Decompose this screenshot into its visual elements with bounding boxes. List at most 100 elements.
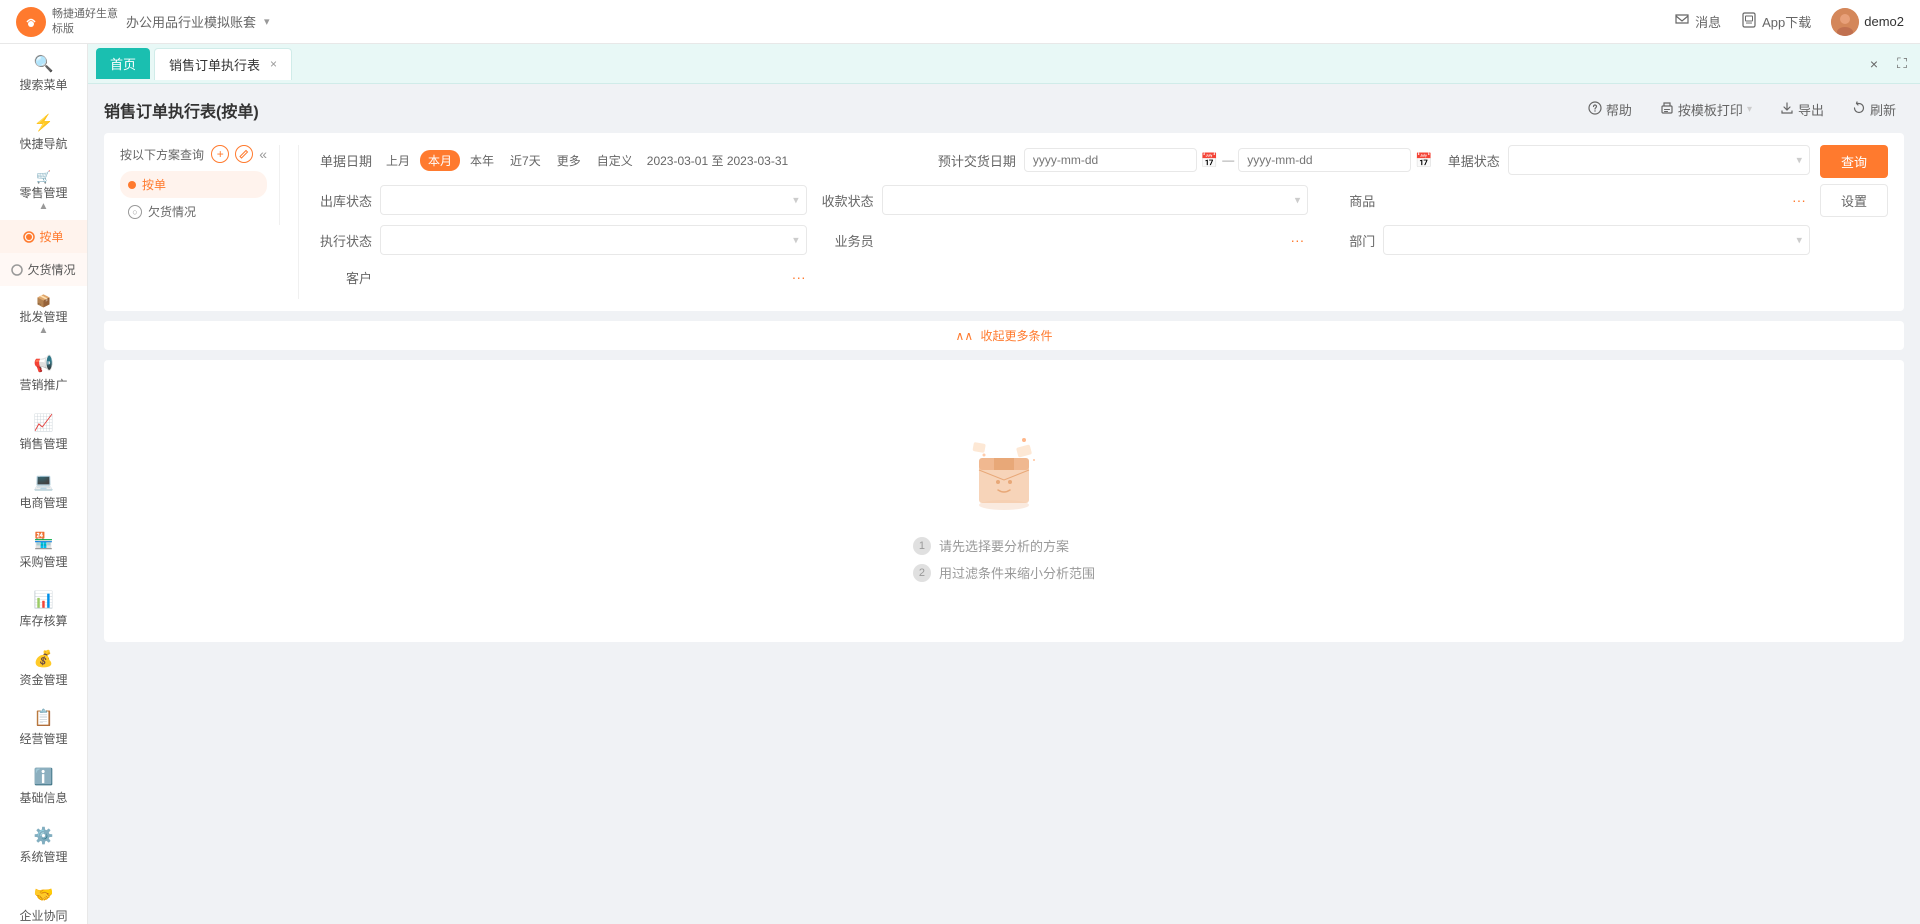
wholesale-expand-icon: ▲ xyxy=(39,325,49,336)
sidebar: 🔍 搜索菜单 ⚡ 快捷导航 🛒 零售管理 ▲ 按单 欠货情况 📦 批发管理 ▲ xyxy=(0,44,88,924)
scheme-title: 按以下方案查询 xyxy=(120,146,205,163)
date-btn-上月[interactable]: 上月 xyxy=(380,150,416,171)
sidebar-item-system-mgmt[interactable]: ⚙️ 系统管理 xyxy=(0,816,87,875)
app-download-action[interactable]: App下载 xyxy=(1741,12,1811,31)
sidebar-sub-按单[interactable]: 按单 xyxy=(0,220,87,253)
sidebar-item-enterprise[interactable]: 🤝 企业协同 xyxy=(0,875,87,924)
sidebar-item-search-menu[interactable]: 🔍 搜索菜单 xyxy=(0,44,87,103)
breadcrumb-arrow-icon[interactable]: ▾ xyxy=(264,15,270,28)
sidebar-item-inventory[interactable]: 📊 库存核算 xyxy=(0,580,87,639)
calendar-to-icon[interactable]: 📅 xyxy=(1415,152,1432,169)
sidebar-item-purchase-mgmt[interactable]: 🏪 采购管理 xyxy=(0,521,87,580)
filter-expected-date: 预计交货日期 📅 — 📅 xyxy=(938,148,1433,172)
scheme-dot-active xyxy=(128,181,136,189)
empty-hints: 1 请先选择要分析的方案 2 用过滤条件来缩小分析范围 xyxy=(913,536,1095,582)
date-btn-更多[interactable]: 更多 xyxy=(551,150,587,171)
inventory-icon: 📊 xyxy=(34,590,54,610)
sidebar-item-retail-mgmt[interactable]: 🛒 零售管理 ▲ xyxy=(0,162,87,220)
dept-select[interactable] xyxy=(1383,225,1810,255)
exec-status-select[interactable] xyxy=(380,225,807,255)
operation-icon: 📋 xyxy=(34,708,54,728)
page-header: 销售订单执行表(按单) 帮助 xyxy=(104,96,1904,123)
out-status-select[interactable] xyxy=(380,185,807,215)
salesperson-more-icon[interactable]: ··· xyxy=(1286,228,1308,252)
export-button[interactable]: 导出 xyxy=(1772,96,1832,123)
sidebar-item-wholesale-mgmt[interactable]: 📦 批发管理 ▲ xyxy=(0,286,87,344)
sidebar-item-basic-info[interactable]: ℹ️ 基础信息 xyxy=(0,757,87,816)
wholesale-mgmt-icon: 📦 xyxy=(36,294,51,308)
doc-status-select-wrapper xyxy=(1508,145,1810,175)
calendar-from-icon[interactable]: 📅 xyxy=(1201,152,1218,169)
avatar xyxy=(1831,8,1859,36)
message-action[interactable]: 消息 xyxy=(1674,12,1721,31)
tab-home[interactable]: 首页 xyxy=(96,48,150,79)
filter-customer: 客户 ··· xyxy=(317,265,810,289)
tab-close-icon[interactable]: × xyxy=(270,57,277,71)
breadcrumb[interactable]: 办公用品行业模拟账套 ▾ xyxy=(126,12,270,31)
customer-more-icon[interactable]: ··· xyxy=(788,265,810,289)
receipt-status-select[interactable] xyxy=(882,185,1309,215)
date-btn-近7天[interactable]: 近7天 xyxy=(504,150,547,171)
page-content: 销售订单执行表(按单) 帮助 xyxy=(88,84,1920,924)
sidebar-item-quick-nav[interactable]: ⚡ 快捷导航 xyxy=(0,103,87,162)
filter-row-1: 单据日期 上月 本月 本年 近7天 更多 自定义 xyxy=(317,145,1810,175)
enterprise-icon: 🤝 xyxy=(34,885,54,905)
page-actions: 帮助 按模板打印 ▾ xyxy=(1580,96,1904,123)
scheme-item-按单[interactable]: 按单 xyxy=(120,171,267,198)
tab-sales-order[interactable]: 销售订单执行表 × xyxy=(154,48,292,80)
sidebar-sub-欠货情况[interactable]: 欠货情况 xyxy=(0,253,87,286)
window-close-button[interactable]: × xyxy=(1864,54,1884,74)
collapse-bar[interactable]: ∧∧ 收起更多条件 xyxy=(104,321,1904,350)
retail-expand-icon: ▲ xyxy=(39,201,49,212)
sidebar-item-ecommerce[interactable]: 💻 电商管理 xyxy=(0,462,87,521)
scheme-collapse-icon[interactable]: « xyxy=(259,146,267,162)
main-layout: 🔍 搜索菜单 ⚡ 快捷导航 🛒 零售管理 ▲ 按单 欠货情况 📦 批发管理 ▲ xyxy=(0,44,1920,924)
customer-label: 客户 xyxy=(317,268,372,287)
date-separator: — xyxy=(1222,153,1234,167)
empty-illustration xyxy=(954,420,1054,520)
sidebar-item-finance[interactable]: 💰 资金管理 xyxy=(0,639,87,698)
filter-doc-date: 单据日期 上月 本月 本年 近7天 更多 自定义 xyxy=(317,150,926,171)
help-button[interactable]: 帮助 xyxy=(1580,96,1640,123)
quick-nav-icon: ⚡ xyxy=(34,113,54,133)
user-profile[interactable]: demo2 xyxy=(1831,8,1904,36)
expected-date-to[interactable] xyxy=(1238,148,1411,172)
salesperson-label: 业务员 xyxy=(819,231,874,250)
expected-date-range: 📅 — 📅 xyxy=(1024,148,1433,172)
logo-area: 畅捷通好生意 标版 xyxy=(16,7,118,37)
sidebar-item-sales-mgmt[interactable]: 📈 销售管理 xyxy=(0,403,87,462)
query-button[interactable]: 查询 xyxy=(1820,145,1888,178)
message-label: 消息 xyxy=(1695,12,1721,31)
scheme-edit-button[interactable] xyxy=(235,145,253,163)
window-maximize-button[interactable]: ⛶ xyxy=(1892,54,1912,74)
scheme-item-欠货情况[interactable]: ○ 欠货情况 xyxy=(120,198,267,225)
product-more-icon[interactable]: ··· xyxy=(1788,188,1810,212)
doc-date-label: 单据日期 xyxy=(317,151,372,170)
settings-button[interactable]: 设置 xyxy=(1820,184,1888,217)
date-btn-本月[interactable]: 本月 xyxy=(420,150,460,171)
sidebar-item-operation[interactable]: 📋 经营管理 xyxy=(0,698,87,757)
sidebar-item-marketing[interactable]: 📢 营销推广 xyxy=(0,344,87,403)
date-btn-自定义[interactable]: 自定义 xyxy=(591,150,639,171)
system-mgmt-icon: ⚙️ xyxy=(34,826,54,846)
filter-row-4: 客户 ··· xyxy=(317,265,1810,289)
scheme-label-欠货情况: 欠货情况 xyxy=(148,203,196,220)
template-print-button[interactable]: 按模板打印 ▾ xyxy=(1652,96,1760,123)
sidebar-sales-label: 销售管理 xyxy=(19,435,67,452)
logo-icon xyxy=(16,7,46,37)
expected-date-from[interactable] xyxy=(1024,148,1197,172)
refresh-button[interactable]: 刷新 xyxy=(1844,96,1904,123)
sales-tab-label: 销售订单执行表 xyxy=(169,55,260,74)
doc-status-select[interactable] xyxy=(1508,145,1810,175)
retail-mgmt-icon: 🛒 xyxy=(36,170,51,184)
receipt-status-select-wrapper xyxy=(882,185,1309,215)
scheme-add-button[interactable]: + xyxy=(211,145,229,163)
date-btn-本年[interactable]: 本年 xyxy=(464,150,500,171)
sidebar-retail-sub: 按单 欠货情况 xyxy=(0,220,87,286)
collapse-up-icon: ∧∧ xyxy=(956,329,974,343)
doc-status-label: 单据状态 xyxy=(1445,151,1500,170)
tab-bar: 首页 销售订单执行表 × × ⛶ xyxy=(88,44,1920,84)
panel-divider xyxy=(298,145,299,299)
exec-status-select-wrapper xyxy=(380,225,807,255)
refresh-label: 刷新 xyxy=(1870,100,1896,119)
